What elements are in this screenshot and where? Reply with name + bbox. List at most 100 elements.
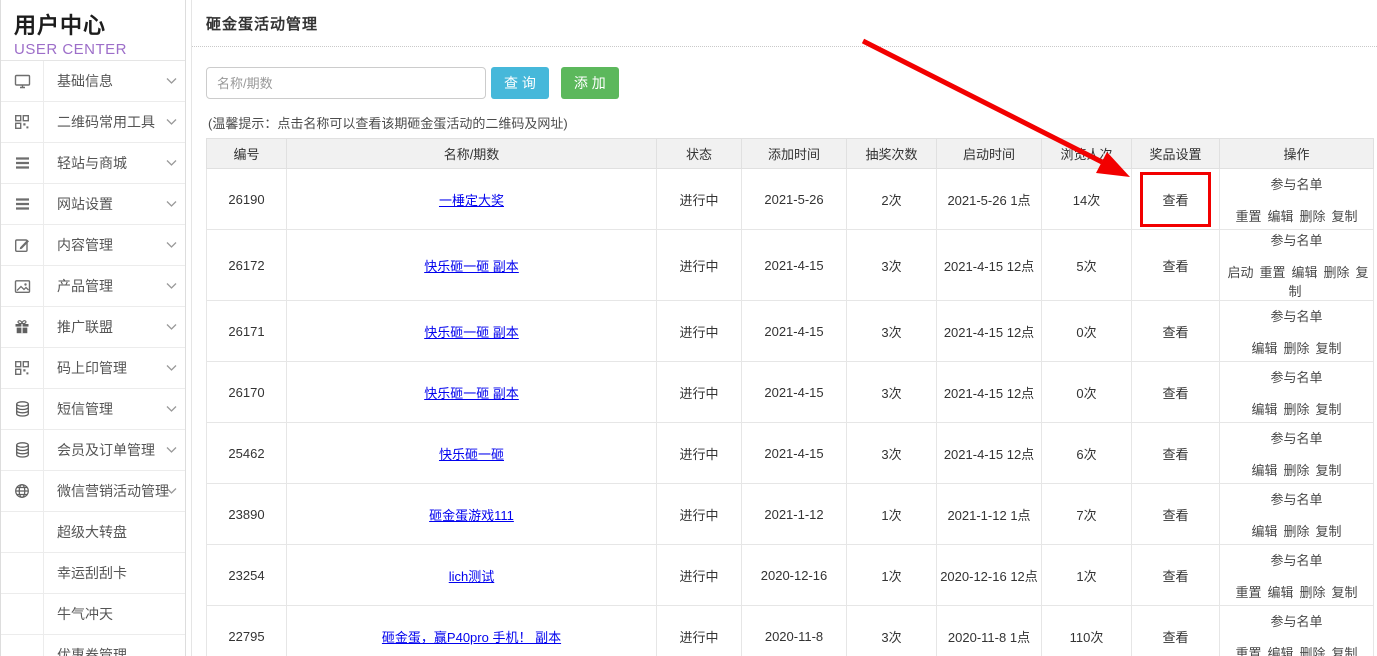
- participants-link[interactable]: 参与名单: [1270, 309, 1322, 324]
- cell-start-time: 2021-4-15 12点: [937, 362, 1042, 423]
- prize-view-link[interactable]: 查看: [1162, 630, 1188, 645]
- operation-link[interactable]: 复制: [1316, 341, 1342, 356]
- cell-added-time: 2021-1-12: [742, 484, 847, 545]
- operation-link[interactable]: 删除: [1300, 646, 1326, 656]
- sidebar-item-label: 网站设置: [43, 194, 113, 214]
- operation-link[interactable]: 编辑: [1267, 209, 1293, 224]
- operation-link[interactable]: 复制: [1316, 524, 1342, 539]
- list-icon: [1, 157, 43, 169]
- sidebar-item-4[interactable]: 网站设置: [1, 184, 185, 225]
- operation-link[interactable]: 编辑: [1251, 524, 1277, 539]
- sidebar-item-7[interactable]: 推广联盟: [1, 307, 185, 348]
- prize-view-link[interactable]: 查看: [1162, 386, 1188, 401]
- chevron-down-icon: [166, 365, 177, 372]
- sidebar-item-5[interactable]: 内容管理: [1, 225, 185, 266]
- participants-link[interactable]: 参与名单: [1270, 492, 1322, 507]
- operation-link[interactable]: 复制: [1316, 402, 1342, 417]
- participants-link[interactable]: 参与名单: [1270, 370, 1322, 385]
- monitor-icon: [1, 73, 43, 89]
- operations-line2: 启动重置编辑删除复制: [1220, 262, 1373, 300]
- cell-status: 进行中: [657, 484, 742, 545]
- operation-link[interactable]: 重置: [1235, 209, 1261, 224]
- operations-line1: 参与名单: [1220, 230, 1373, 249]
- operation-link[interactable]: 重置: [1235, 646, 1261, 656]
- query-button[interactable]: 查 询: [491, 67, 549, 99]
- cell-prize-setting: 查看: [1132, 423, 1220, 484]
- cell-name: 快乐砸一砸: [287, 423, 657, 484]
- operation-link[interactable]: 删除: [1283, 402, 1309, 417]
- prize-view-link[interactable]: 查看: [1162, 569, 1188, 584]
- participants-link[interactable]: 参与名单: [1270, 177, 1322, 192]
- operation-link[interactable]: 编辑: [1251, 341, 1277, 356]
- sidebar-item-10[interactable]: 会员及订单管理: [1, 430, 185, 471]
- operation-link[interactable]: 删除: [1283, 463, 1309, 478]
- activity-name-link[interactable]: 快乐砸一砸 副本: [424, 325, 519, 340]
- operations-line2: 编辑删除复制: [1220, 460, 1373, 479]
- cell-start-time: 2020-12-16 12点: [937, 545, 1042, 606]
- operation-link[interactable]: 删除: [1300, 209, 1326, 224]
- operation-link[interactable]: 删除: [1283, 341, 1309, 356]
- activity-name-link[interactable]: 快乐砸一砸 副本: [424, 259, 519, 274]
- column-header: 奖品设置: [1132, 139, 1220, 169]
- activity-name-link[interactable]: 快乐砸一砸: [439, 447, 504, 462]
- operation-link[interactable]: 删除: [1283, 524, 1309, 539]
- sidebar-item-2[interactable]: 二维码常用工具: [1, 102, 185, 143]
- prize-view-link[interactable]: 查看: [1162, 447, 1188, 462]
- sidebar-subitem-1[interactable]: 超级大转盘: [1, 512, 185, 553]
- sidebar-item-label: 推广联盟: [43, 317, 113, 337]
- activity-name-link[interactable]: 砸金蛋游戏111: [429, 508, 514, 523]
- cell-id: 23254: [207, 545, 287, 606]
- sidebar-item-3[interactable]: 轻站与商城: [1, 143, 185, 184]
- participants-link[interactable]: 参与名单: [1270, 233, 1322, 248]
- prize-view-link[interactable]: 查看: [1162, 325, 1188, 340]
- table-row: 26190一棰定大奖进行中2021-5-262次2021-5-26 1点14次查…: [207, 169, 1374, 230]
- operation-link[interactable]: 复制: [1332, 585, 1358, 600]
- sidebar-item-6[interactable]: 产品管理: [1, 266, 185, 307]
- operation-link[interactable]: 编辑: [1251, 402, 1277, 417]
- sidebar-subitem-3[interactable]: 牛气冲天: [1, 594, 185, 635]
- operation-link[interactable]: 重置: [1259, 265, 1285, 280]
- operation-link[interactable]: 删除: [1300, 585, 1326, 600]
- cell-status: 进行中: [657, 606, 742, 656]
- sidebar-menu: 基础信息二维码常用工具轻站与商城网站设置内容管理产品管理推广联盟码上印管理短信管…: [1, 61, 185, 656]
- sidebar-item-9[interactable]: 短信管理: [1, 389, 185, 430]
- sidebar-item-1[interactable]: 基础信息: [1, 61, 185, 102]
- sidebar-item-8[interactable]: 码上印管理: [1, 348, 185, 389]
- operation-link[interactable]: 编辑: [1267, 585, 1293, 600]
- activity-name-link[interactable]: lich测试: [449, 569, 495, 584]
- prize-view-link[interactable]: 查看: [1162, 508, 1188, 523]
- prize-view-link[interactable]: 查看: [1162, 259, 1188, 274]
- cell-start-time: 2021-4-15 12点: [937, 423, 1042, 484]
- operation-link[interactable]: 复制: [1332, 209, 1358, 224]
- column-header: 状态: [657, 139, 742, 169]
- table-row: 26171快乐砸一砸 副本进行中2021-4-153次2021-4-15 12点…: [207, 301, 1374, 362]
- sidebar-subitem-4[interactable]: 优惠券管理: [1, 635, 185, 656]
- participants-link[interactable]: 参与名单: [1270, 614, 1322, 629]
- operation-link[interactable]: 编辑: [1291, 265, 1317, 280]
- participants-link[interactable]: 参与名单: [1270, 553, 1322, 568]
- sidebar-item-11[interactable]: 微信营销活动管理: [1, 471, 185, 512]
- operation-link[interactable]: 编辑: [1251, 463, 1277, 478]
- cell-name: 快乐砸一砸 副本: [287, 362, 657, 423]
- operations-line2: 编辑删除复制: [1220, 521, 1373, 540]
- participants-link[interactable]: 参与名单: [1270, 431, 1322, 446]
- activity-name-link[interactable]: 砸金蛋，赢P40pro 手机！ 副本: [382, 630, 561, 645]
- sidebar-subitem-2[interactable]: 幸运刮刮卡: [1, 553, 185, 594]
- search-input[interactable]: [206, 67, 486, 99]
- operation-link[interactable]: 启动: [1227, 265, 1253, 280]
- prize-view-link-highlighted[interactable]: 查看: [1140, 172, 1210, 227]
- activity-name-link[interactable]: 一棰定大奖: [439, 193, 504, 208]
- add-button[interactable]: 添 加: [561, 67, 619, 99]
- table-row: 22795砸金蛋，赢P40pro 手机！ 副本进行中2020-11-83次202…: [207, 606, 1374, 656]
- chevron-down-icon: [166, 283, 177, 290]
- activity-name-link[interactable]: 快乐砸一砸 副本: [424, 386, 519, 401]
- operation-link[interactable]: 复制: [1316, 463, 1342, 478]
- database-icon: [1, 442, 43, 458]
- operation-link[interactable]: 删除: [1324, 265, 1350, 280]
- operation-link[interactable]: 复制: [1332, 646, 1358, 656]
- operation-link[interactable]: 编辑: [1267, 646, 1293, 656]
- operation-link[interactable]: 重置: [1235, 585, 1261, 600]
- operations-line1: 参与名单: [1220, 367, 1373, 386]
- cell-start-time: 2021-1-12 1点: [937, 484, 1042, 545]
- table-row: 23254lich测试进行中2020-12-161次2020-12-16 12点…: [207, 545, 1374, 606]
